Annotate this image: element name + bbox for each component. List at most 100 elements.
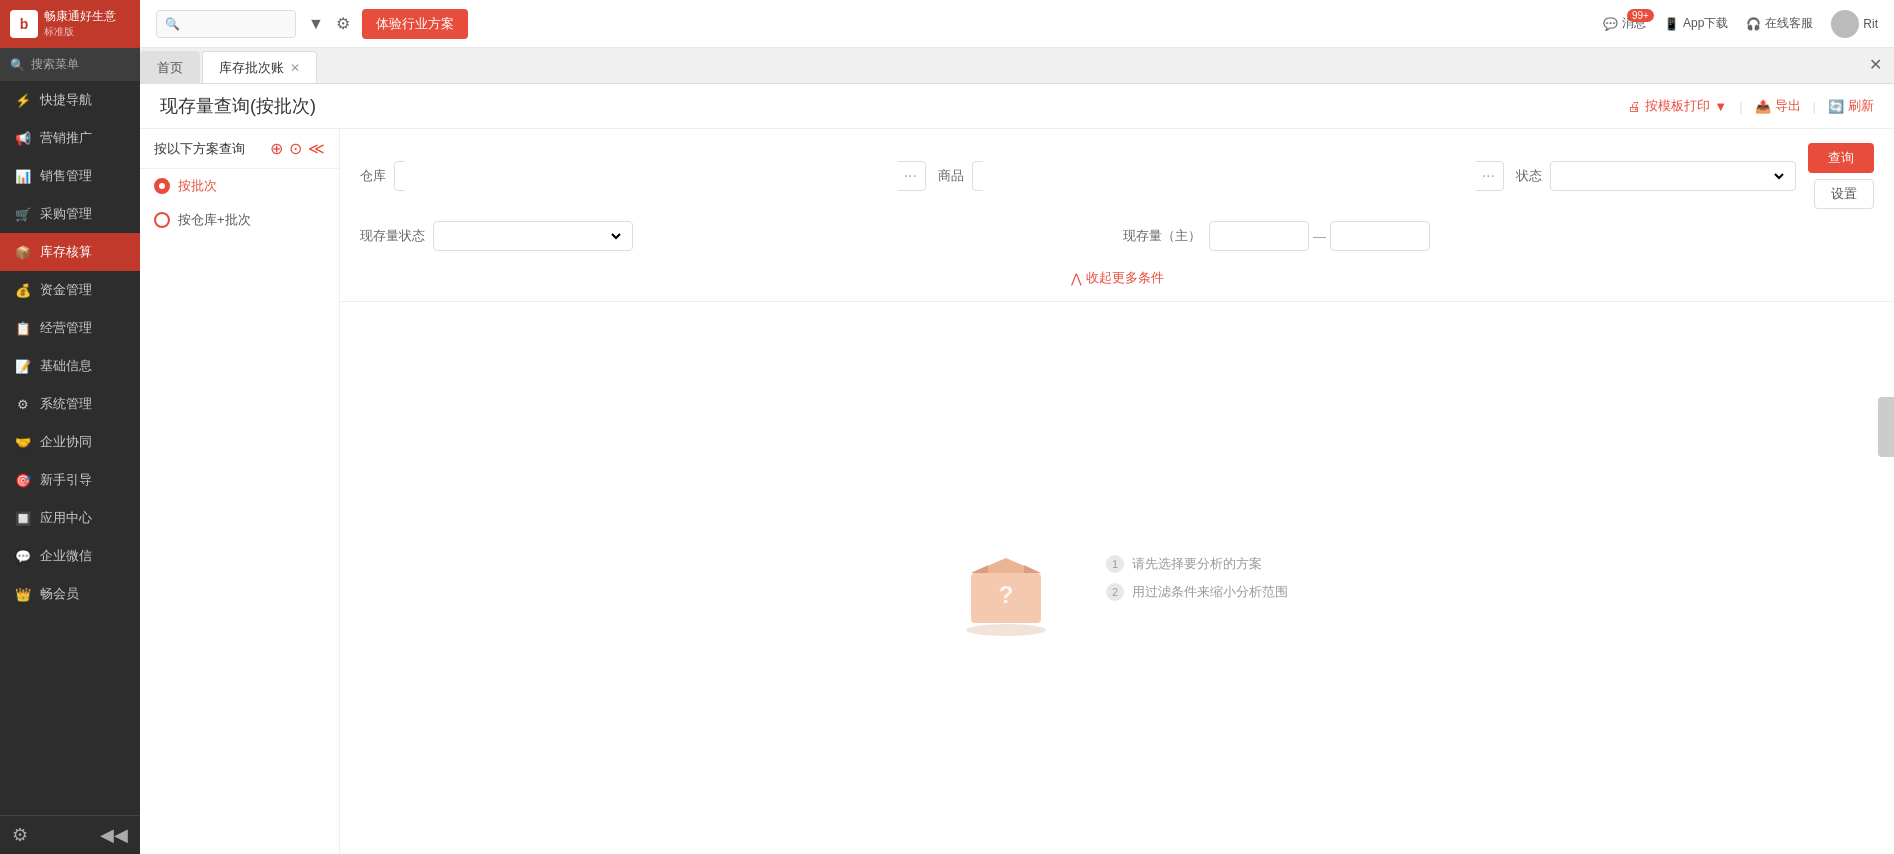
tab-batch-inventory[interactable]: 库存批次账 ✕ xyxy=(202,51,317,83)
status-label: 状态 xyxy=(1516,167,1542,185)
app-title-block: 畅康通好生意 标准版 xyxy=(44,9,116,39)
sidebar-nav: ⚡ 快捷导航 📢 营销推广 📊 销售管理 🛒 采购管理 📦 库存核算 💰 资金管… xyxy=(0,81,140,815)
messages-badge: 99+ xyxy=(1627,9,1654,22)
scheme-by-batch[interactable]: 按批次 xyxy=(140,169,339,203)
divider2: | xyxy=(1813,99,1816,114)
topbar-search-input[interactable] xyxy=(184,17,284,31)
inventory-status-group: 现存量状态 正常 不足 xyxy=(360,221,1111,251)
service-icon: 🎧 xyxy=(1746,17,1761,31)
collapse-sidebar-btn[interactable]: ◀◀ xyxy=(100,824,128,846)
sidebar-search-label: 搜索菜单 xyxy=(31,56,79,73)
inventory-qty-to[interactable] xyxy=(1330,221,1430,251)
query-button[interactable]: 查询 xyxy=(1808,143,1874,173)
sidebar-item-label: 资金管理 xyxy=(40,281,92,299)
scheme-dot-inner xyxy=(159,183,165,189)
sidebar-item-label: 营销推广 xyxy=(40,129,92,147)
main-area: 🔍 ▼ ⚙ 体验行业方案 💬 消息 99+ 📱 App下载 🎧 在线客服 xyxy=(140,0,1894,854)
right-panel: 仓库 ··· 商品 ··· xyxy=(340,129,1894,854)
online-service-label: 在线客服 xyxy=(1765,15,1813,32)
collapse-conditions-btn[interactable]: ⋀ 收起更多条件 xyxy=(1071,269,1164,287)
refresh-btn[interactable]: 🔄 刷新 xyxy=(1828,97,1874,115)
topbar-left: 🔍 ▼ ⚙ 体验行业方案 xyxy=(156,9,468,39)
sidebar-item-sales[interactable]: 📊 销售管理 xyxy=(0,157,140,195)
empty-svg: ? xyxy=(946,518,1066,638)
print-dropdown-icon[interactable]: ▼ xyxy=(1714,99,1727,114)
divider1: | xyxy=(1739,99,1742,114)
inventory-status-label: 现存量状态 xyxy=(360,227,425,245)
tabbar-close-icon[interactable]: ✕ xyxy=(1857,47,1894,83)
export-btn[interactable]: 📤 导出 xyxy=(1755,97,1801,115)
app-download-btn[interactable]: 📱 App下载 xyxy=(1664,15,1728,32)
topbar-search-box[interactable]: 🔍 xyxy=(156,10,296,38)
inventory-qty-from[interactable] xyxy=(1209,221,1309,251)
tip-text-2: 用过滤条件来缩小分析范围 xyxy=(1132,583,1288,601)
filter-row-2: 现存量状态 正常 不足 现存量（主） xyxy=(360,221,1874,251)
filter-action-row: ⋀ 收起更多条件 xyxy=(360,263,1874,287)
sidebar-item-operations[interactable]: 📋 经营管理 xyxy=(0,309,140,347)
scheme-by-warehouse-batch[interactable]: 按仓库+批次 xyxy=(140,203,339,237)
purchase-icon: 🛒 xyxy=(14,205,32,223)
user-menu-btn[interactable]: Rit xyxy=(1831,10,1878,38)
inventory-status-select[interactable]: 正常 不足 xyxy=(442,228,624,245)
status-select[interactable]: 在库 已出库 xyxy=(1559,168,1787,185)
messages-btn[interactable]: 💬 消息 99+ xyxy=(1603,15,1646,32)
sidebar-search[interactable]: 🔍 搜索菜单 xyxy=(0,48,140,81)
status-filter-group: 状态 在库 已出库 xyxy=(1516,161,1796,191)
sidebar-item-label: 系统管理 xyxy=(40,395,92,413)
add-scheme-icon[interactable]: ⊕ xyxy=(270,139,283,158)
left-panel-title: 按以下方案查询 xyxy=(154,140,245,158)
sidebar-item-label: 新手引导 xyxy=(40,471,92,489)
member-icon: 👑 xyxy=(14,585,32,603)
tip-text-1: 请先选择要分析的方案 xyxy=(1132,555,1262,573)
sidebar-item-purchase[interactable]: 🛒 采购管理 xyxy=(0,195,140,233)
app-title: 畅康通好生意 xyxy=(44,9,116,25)
operations-icon: 📋 xyxy=(14,319,32,337)
print-template-btn[interactable]: 🖨 按模板打印 ▼ xyxy=(1628,97,1727,115)
topbar-search-icon: 🔍 xyxy=(165,17,180,31)
sidebar-item-inventory[interactable]: 📦 库存核算 xyxy=(0,233,140,271)
message-icon: 💬 xyxy=(1603,17,1618,31)
sidebar-item-apps[interactable]: 🔲 应用中心 xyxy=(0,499,140,537)
sidebar-item-guide[interactable]: 🎯 新手引导 xyxy=(0,461,140,499)
apps-icon: 🔲 xyxy=(14,509,32,527)
tab-close-icon[interactable]: ✕ xyxy=(290,61,300,75)
manage-scheme-icon[interactable]: ⊙ xyxy=(289,139,302,158)
trial-industry-btn[interactable]: 体验行业方案 xyxy=(362,9,468,39)
warehouse-dots[interactable]: ··· xyxy=(904,167,917,185)
refresh-label: 刷新 xyxy=(1848,97,1874,115)
app-version: 标准版 xyxy=(44,25,116,39)
export-label: 导出 xyxy=(1775,97,1801,115)
empty-state: ? 1 请先选择要分析的方案 2 用过滤条件来缩小分析范围 xyxy=(340,302,1894,854)
sidebar-item-label: 采购管理 xyxy=(40,205,92,223)
sidebar-header: b 畅康通好生意 标准版 xyxy=(0,0,140,48)
tab-home[interactable]: 首页 xyxy=(140,51,200,83)
user-name: Rit xyxy=(1863,17,1878,31)
print-icon: 🖨 xyxy=(1628,99,1641,114)
svg-point-5 xyxy=(966,624,1046,636)
settings-button[interactable]: 设置 xyxy=(1814,179,1874,209)
sidebar-item-member[interactable]: 👑 畅会员 xyxy=(0,575,140,613)
sidebar-item-quick-nav[interactable]: ⚡ 快捷导航 xyxy=(0,81,140,119)
tip-num-2: 2 xyxy=(1106,583,1124,601)
action-buttons: 查询 设置 xyxy=(1808,143,1874,209)
topbar-dropdown-icon[interactable]: ▼ xyxy=(308,15,324,33)
sidebar-item-basic[interactable]: 📝 基础信息 xyxy=(0,347,140,385)
topbar-gear-icon[interactable]: ⚙ xyxy=(336,14,350,33)
product-input[interactable] xyxy=(981,161,1478,191)
content-area: 现存量查询(按批次) 🖨 按模板打印 ▼ | 📤 导出 | 🔄 刷新 xyxy=(140,84,1894,854)
sidebar-item-system[interactable]: ⚙ 系统管理 xyxy=(0,385,140,423)
warehouse-input[interactable] xyxy=(403,161,900,191)
settings-btn[interactable]: ⚙ xyxy=(12,824,28,846)
sidebar-item-label: 快捷导航 xyxy=(40,91,92,109)
status-select-box: 在库 已出库 xyxy=(1550,161,1796,191)
product-dots[interactable]: ··· xyxy=(1482,167,1495,185)
scheme-by-batch-label: 按批次 xyxy=(178,177,217,195)
sidebar-item-marketing[interactable]: 📢 营销推广 xyxy=(0,119,140,157)
right-edge-scrolltab[interactable] xyxy=(1878,397,1894,457)
sidebar-item-finance[interactable]: 💰 资金管理 xyxy=(0,271,140,309)
collapse-panel-icon[interactable]: ≪ xyxy=(308,139,325,158)
sidebar-item-weixin[interactable]: 💬 企业微信 xyxy=(0,537,140,575)
tab-batch-inventory-label: 库存批次账 xyxy=(219,59,284,77)
online-service-btn[interactable]: 🎧 在线客服 xyxy=(1746,15,1813,32)
sidebar-item-collab[interactable]: 🤝 企业协同 xyxy=(0,423,140,461)
